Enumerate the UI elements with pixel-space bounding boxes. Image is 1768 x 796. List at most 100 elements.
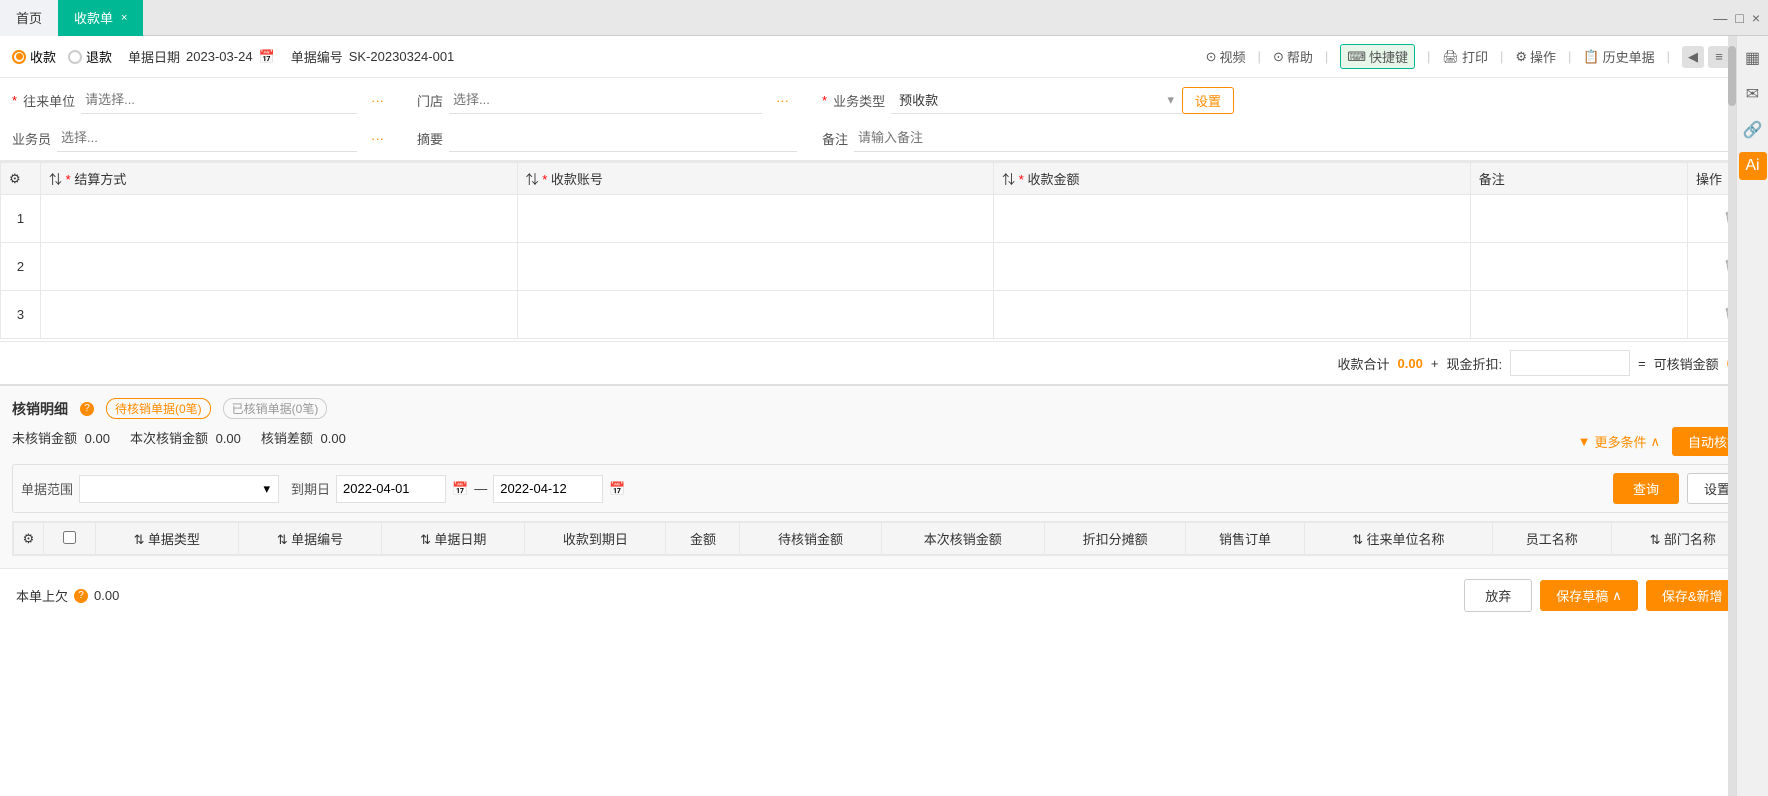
- col-note-header: 备注: [1470, 163, 1687, 195]
- calendar-icon-from[interactable]: 📅: [452, 481, 468, 497]
- col-due-date: 收款到期日: [525, 523, 666, 555]
- amount-info-icon[interactable]: ?: [74, 589, 88, 603]
- sort-icon: ⇅: [1002, 172, 1015, 187]
- receipt-label: 收款: [30, 47, 56, 66]
- summary-input[interactable]: [449, 124, 797, 152]
- payment-note-1[interactable]: [1470, 195, 1687, 243]
- shop-input[interactable]: [449, 86, 762, 114]
- partner-more-btn[interactable]: ···: [363, 93, 392, 108]
- amount-val: 0.00: [94, 588, 119, 603]
- help-btn[interactable]: ⊙ 帮助: [1273, 47, 1313, 66]
- tab-home[interactable]: 首页: [0, 0, 58, 36]
- business-type-select[interactable]: 预收款 ▾: [891, 86, 1182, 114]
- payment-table: ⚙ ⇅ * 结算方式 ⇅ * 收款账号 ⇅ * 收款: [0, 162, 1768, 339]
- pending-tag[interactable]: 待核销单据(0笔): [106, 398, 211, 419]
- date-to-input[interactable]: [493, 475, 603, 503]
- maximize-icon[interactable]: □: [1735, 10, 1743, 26]
- discard-btn[interactable]: 放弃: [1464, 579, 1532, 612]
- payment-method-3[interactable]: [41, 291, 518, 339]
- col-sales-order: 销售订单: [1186, 523, 1305, 555]
- minimize-icon[interactable]: —: [1713, 10, 1727, 26]
- table-settings-icon[interactable]: ⚙: [9, 171, 21, 186]
- select-all-checkbox[interactable]: [63, 531, 76, 544]
- col-doc-type: ⇅ 单据类型: [95, 523, 238, 555]
- save-draft-btn[interactable]: 保存草稿 ∧: [1540, 580, 1638, 611]
- tab-receipt[interactable]: 收款单 ×: [58, 0, 143, 36]
- col-employee-name: 员工名称: [1492, 523, 1611, 555]
- sidebar-email-icon[interactable]: ✉: [1739, 80, 1767, 108]
- sidebar-table-icon[interactable]: ▦: [1739, 44, 1767, 72]
- refund-radio[interactable]: 退款: [68, 47, 112, 66]
- verification-header: 核销明细 ? 待核销单据(0笔) 已核销单据(0笔): [12, 398, 1756, 419]
- verification-info-icon[interactable]: ?: [80, 402, 94, 416]
- video-btn[interactable]: ⊙ 视频: [1206, 47, 1246, 66]
- range-select[interactable]: ▾: [79, 475, 279, 503]
- col-amount-header: ⇅ * 收款金额: [994, 163, 1471, 195]
- col-current-amount: 本次核销金额: [881, 523, 1044, 555]
- window-close-icon[interactable]: ×: [1752, 10, 1760, 26]
- payment-account-2[interactable]: [517, 243, 994, 291]
- calendar-icon-to[interactable]: 📅: [609, 481, 625, 497]
- history-btn[interactable]: 📋 历史单据: [1583, 47, 1654, 66]
- shortcut-btn[interactable]: ⌨ 快捷键: [1340, 44, 1415, 69]
- filter-icon: ▼: [1578, 434, 1591, 449]
- discount-input[interactable]: [1510, 350, 1630, 376]
- chevron-down-icon: ▾: [1167, 92, 1174, 108]
- discount-label: 现金折扣:: [1446, 354, 1502, 373]
- col-account-header: ⇅ * 收款账号: [517, 163, 994, 195]
- shop-field: 门店 ···: [417, 86, 797, 114]
- range-filter: 单据范围 ▾: [21, 475, 279, 503]
- date-from-input[interactable]: [336, 475, 446, 503]
- note-input[interactable]: [854, 124, 1756, 152]
- scrollbar[interactable]: [1728, 36, 1736, 796]
- diff-label: 核销差额 0.00: [261, 428, 346, 447]
- payment-account-1[interactable]: [517, 195, 994, 243]
- payment-amount-1[interactable]: [994, 195, 1471, 243]
- form-settings-btn[interactable]: 设置: [1182, 87, 1234, 114]
- current-amount-label: 本次核销金额 0.00: [130, 428, 241, 447]
- toolbar-actions: ⊙ 视频 | ⊙ 帮助 | ⌨ 快捷键 | 🖨 打印 | ⚙ 操作: [1206, 44, 1756, 69]
- list-view-btn[interactable]: ≡: [1708, 46, 1730, 68]
- query-btn[interactable]: 查询: [1613, 473, 1679, 504]
- partner-required: *: [12, 93, 17, 108]
- salesperson-label: 业务员: [12, 129, 51, 148]
- verified-tag[interactable]: 已核销单据(0笔): [223, 398, 328, 419]
- summary-field: 摘要: [417, 124, 797, 152]
- salesperson-more-btn[interactable]: ···: [363, 131, 392, 146]
- payment-amount-2[interactable]: [994, 243, 1471, 291]
- payment-account-3[interactable]: [517, 291, 994, 339]
- salesperson-input[interactable]: [57, 124, 357, 152]
- sort-icon: ⇅: [1352, 532, 1363, 547]
- payment-note-2[interactable]: [1470, 243, 1687, 291]
- shortcut-icon: ⌨: [1347, 49, 1366, 65]
- prev-view-btn[interactable]: ◀: [1682, 46, 1704, 68]
- summary-label: 摘要: [417, 129, 443, 148]
- tab-close-icon[interactable]: ×: [121, 12, 127, 24]
- receipt-radio[interactable]: 收款: [12, 47, 56, 66]
- sidebar-link-icon[interactable]: 🔗: [1739, 116, 1767, 144]
- payment-method-1[interactable]: [41, 195, 518, 243]
- payment-method-2[interactable]: [41, 243, 518, 291]
- due-date-label: 到期日: [291, 479, 330, 498]
- partner-field: * 往来单位 ···: [12, 86, 392, 114]
- more-conditions-btn[interactable]: ▼ 更多条件 ∧: [1578, 432, 1660, 451]
- calendar-icon[interactable]: 📅: [259, 49, 275, 65]
- operation-btn[interactable]: ⚙ 操作: [1515, 47, 1556, 66]
- shop-more-btn[interactable]: ···: [768, 93, 797, 108]
- col-checkbox: ⚙: [14, 523, 44, 555]
- col-checkbox-select[interactable]: [44, 523, 96, 555]
- tab-bar: 首页 收款单 × — □ ×: [0, 0, 1768, 36]
- payment-note-3[interactable]: [1470, 291, 1687, 339]
- equals-sign: =: [1638, 356, 1646, 371]
- table-settings-icon-2[interactable]: ⚙: [23, 531, 35, 546]
- table-row: 3 🗑 ⧉: [1, 291, 1768, 339]
- col-settings-header[interactable]: ⚙: [1, 163, 41, 195]
- scrollbar-thumb[interactable]: [1728, 46, 1736, 106]
- sidebar-cursor-icon[interactable]: Ai: [1739, 152, 1767, 180]
- payment-amount-3[interactable]: [994, 291, 1471, 339]
- date-value[interactable]: 2023-03-24: [186, 49, 253, 64]
- number-value[interactable]: SK-20230324-001: [349, 49, 455, 64]
- partner-input[interactable]: [81, 86, 357, 114]
- col-amount: 金额: [666, 523, 740, 555]
- print-btn[interactable]: 🖨 打印: [1442, 47, 1488, 66]
